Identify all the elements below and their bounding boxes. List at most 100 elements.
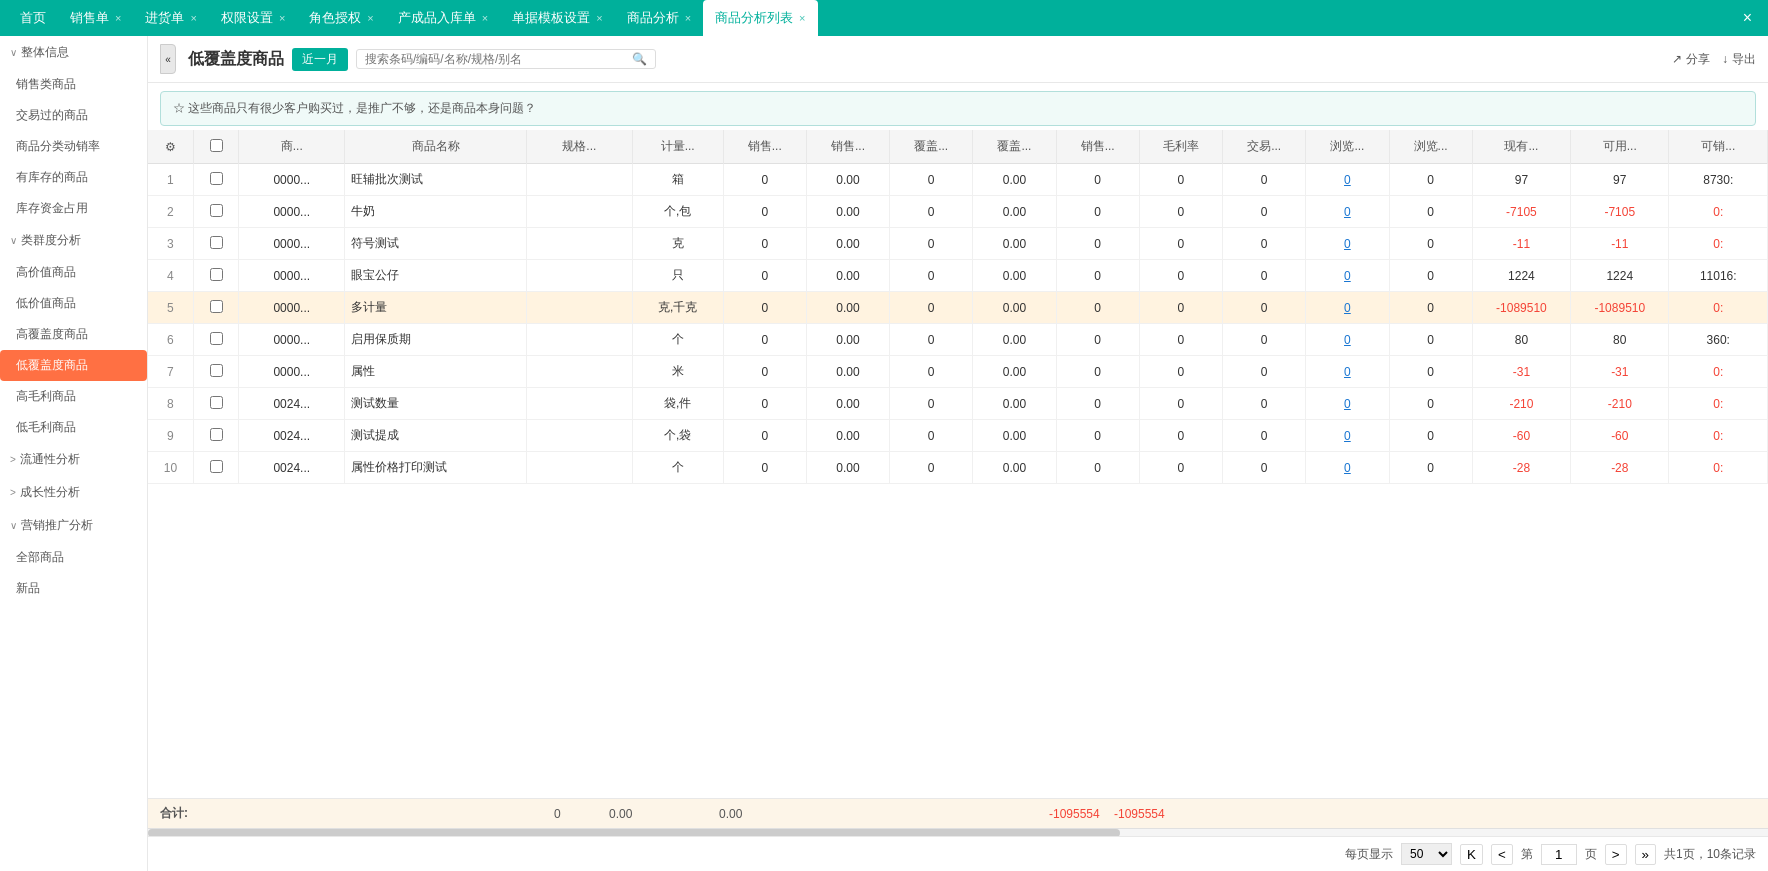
sidebar-item-low-value[interactable]: 低价值商品	[0, 288, 147, 319]
col-spec[interactable]: 规格...	[526, 130, 632, 164]
sidebar-section-overall[interactable]: ∨ 整体信息	[0, 36, 147, 69]
row-checkbox[interactable]	[193, 260, 238, 292]
total-records: 共1页，10条记录	[1664, 846, 1756, 863]
row-code: 0024...	[239, 452, 345, 484]
row-browse1[interactable]: 0	[1306, 196, 1389, 228]
sidebar-item-high-coverage[interactable]: 高覆盖度商品	[0, 319, 147, 350]
sidebar-item-low-coverage[interactable]: 低覆盖度商品	[0, 350, 147, 381]
nav-tab-analysis-label: 商品分析	[627, 9, 679, 27]
row-checkbox[interactable]	[193, 388, 238, 420]
last-page-btn[interactable]: »	[1635, 844, 1656, 865]
row-name: 启用保质期	[345, 324, 527, 356]
nav-tab-sales[interactable]: 销售单 ×	[58, 0, 133, 36]
sidebar-section-liquidity[interactable]: > 流通性分析	[0, 443, 147, 476]
row-checkbox[interactable]	[193, 356, 238, 388]
nav-tab-template-label: 单据模板设置	[512, 9, 590, 27]
sidebar-section-marketing[interactable]: ∨ 营销推广分析	[0, 509, 147, 542]
row-checkbox[interactable]	[193, 324, 238, 356]
sidebar-section-cluster-arrow: ∨	[10, 235, 17, 246]
share-btn[interactable]: ↗ 分享	[1672, 51, 1710, 68]
row-checkbox[interactable]	[193, 292, 238, 324]
nav-tab-sales-close[interactable]: ×	[115, 12, 121, 24]
sidebar-item-low-gross[interactable]: 低毛利商品	[0, 412, 147, 443]
col-unit[interactable]: 计量...	[632, 130, 723, 164]
sidebar-item-all-goods[interactable]: 全部商品	[0, 542, 147, 573]
row-cov2: 0.00	[973, 324, 1056, 356]
export-btn[interactable]: ↓ 导出	[1722, 51, 1756, 68]
col-code[interactable]: 商...	[239, 130, 345, 164]
search-icon[interactable]: 🔍	[632, 52, 647, 66]
nav-tab-analysis-close[interactable]: ×	[685, 12, 691, 24]
row-browse1[interactable]: 0	[1306, 292, 1389, 324]
row-trans: 0	[1223, 452, 1306, 484]
row-checkbox[interactable]	[193, 196, 238, 228]
nav-tab-role[interactable]: 角色授权 ×	[297, 0, 385, 36]
row-sales1: 0	[723, 260, 806, 292]
table-footer: 合计: 0 0.00 0.00 -1095554 -1095554	[148, 798, 1768, 828]
row-browse1[interactable]: 0	[1306, 452, 1389, 484]
sidebar-item-traded-goods[interactable]: 交易过的商品	[0, 100, 147, 131]
row-browse1[interactable]: 0	[1306, 228, 1389, 260]
nav-tab-permission[interactable]: 权限设置 ×	[209, 0, 297, 36]
sidebar-item-high-value[interactable]: 高价值商品	[0, 257, 147, 288]
nav-tab-product-inbound-close[interactable]: ×	[482, 12, 488, 24]
row-browse1[interactable]: 0	[1306, 388, 1389, 420]
nav-tab-template[interactable]: 单据模板设置 ×	[500, 0, 614, 36]
col-cov2[interactable]: 覆盖...	[973, 130, 1056, 164]
col-browse2[interactable]: 浏览...	[1389, 130, 1472, 164]
nav-tab-product-inbound[interactable]: 产成品入库单 ×	[386, 0, 500, 36]
sidebar-collapse-btn[interactable]: «	[160, 44, 176, 74]
nav-tab-purchase[interactable]: 进货单 ×	[133, 0, 208, 36]
select-all-checkbox[interactable]	[210, 139, 223, 152]
col-stock3[interactable]: 可销...	[1669, 130, 1768, 164]
row-checkbox[interactable]	[193, 228, 238, 260]
row-browse1[interactable]: 0	[1306, 324, 1389, 356]
row-num: 8	[148, 388, 193, 420]
col-browse1[interactable]: 浏览...	[1306, 130, 1389, 164]
sidebar-item-has-stock[interactable]: 有库存的商品	[0, 162, 147, 193]
row-browse1[interactable]: 0	[1306, 260, 1389, 292]
col-sales1[interactable]: 销售...	[723, 130, 806, 164]
col-gross[interactable]: 毛利率	[1139, 130, 1222, 164]
search-input[interactable]	[365, 52, 628, 66]
nav-tab-analysis-list[interactable]: 商品分析列表 ×	[703, 0, 817, 36]
col-trans[interactable]: 交易...	[1223, 130, 1306, 164]
nav-tab-purchase-close[interactable]: ×	[190, 12, 196, 24]
row-browse1[interactable]: 0	[1306, 420, 1389, 452]
row-checkbox[interactable]	[193, 452, 238, 484]
row-browse1[interactable]: 0	[1306, 356, 1389, 388]
per-page-select[interactable]: 50 100 200	[1401, 843, 1452, 865]
nav-tab-permission-label: 权限设置	[221, 9, 273, 27]
next-page-btn[interactable]: >	[1605, 844, 1627, 865]
row-checkbox[interactable]	[193, 420, 238, 452]
row-sales1: 0	[723, 388, 806, 420]
col-stock1[interactable]: 现有...	[1472, 130, 1570, 164]
first-page-btn[interactable]: K	[1460, 844, 1483, 865]
sidebar-item-category-rate[interactable]: 商品分类动销率	[0, 131, 147, 162]
row-browse2: 0	[1389, 420, 1472, 452]
period-btn[interactable]: 近一月	[292, 48, 348, 71]
nav-tab-permission-close[interactable]: ×	[279, 12, 285, 24]
col-settings[interactable]: ⚙	[148, 130, 193, 164]
col-name[interactable]: 商品名称	[345, 130, 527, 164]
window-close-btn[interactable]: ×	[1735, 9, 1760, 27]
sidebar-item-sales-goods[interactable]: 销售类商品	[0, 69, 147, 100]
nav-tab-home[interactable]: 首页	[8, 0, 58, 36]
col-stock2[interactable]: 可用...	[1571, 130, 1669, 164]
row-browse1[interactable]: 0	[1306, 164, 1389, 196]
col-sales2[interactable]: 销售...	[806, 130, 889, 164]
sidebar-item-stock-fund[interactable]: 库存资金占用	[0, 193, 147, 224]
page-input[interactable]	[1541, 844, 1577, 865]
prev-page-btn[interactable]: <	[1491, 844, 1513, 865]
sidebar-section-cluster[interactable]: ∨ 类群度分析	[0, 224, 147, 257]
sidebar-section-growth[interactable]: > 成长性分析	[0, 476, 147, 509]
nav-tab-role-close[interactable]: ×	[367, 12, 373, 24]
sidebar-item-new-goods[interactable]: 新品	[0, 573, 147, 604]
sidebar-item-high-gross[interactable]: 高毛利商品	[0, 381, 147, 412]
col-cov1[interactable]: 覆盖...	[890, 130, 973, 164]
row-checkbox[interactable]	[193, 164, 238, 196]
nav-tab-analysis[interactable]: 商品分析 ×	[615, 0, 703, 36]
col-sales3[interactable]: 销售...	[1056, 130, 1139, 164]
nav-tab-analysis-list-close[interactable]: ×	[799, 12, 805, 24]
nav-tab-template-close[interactable]: ×	[596, 12, 602, 24]
